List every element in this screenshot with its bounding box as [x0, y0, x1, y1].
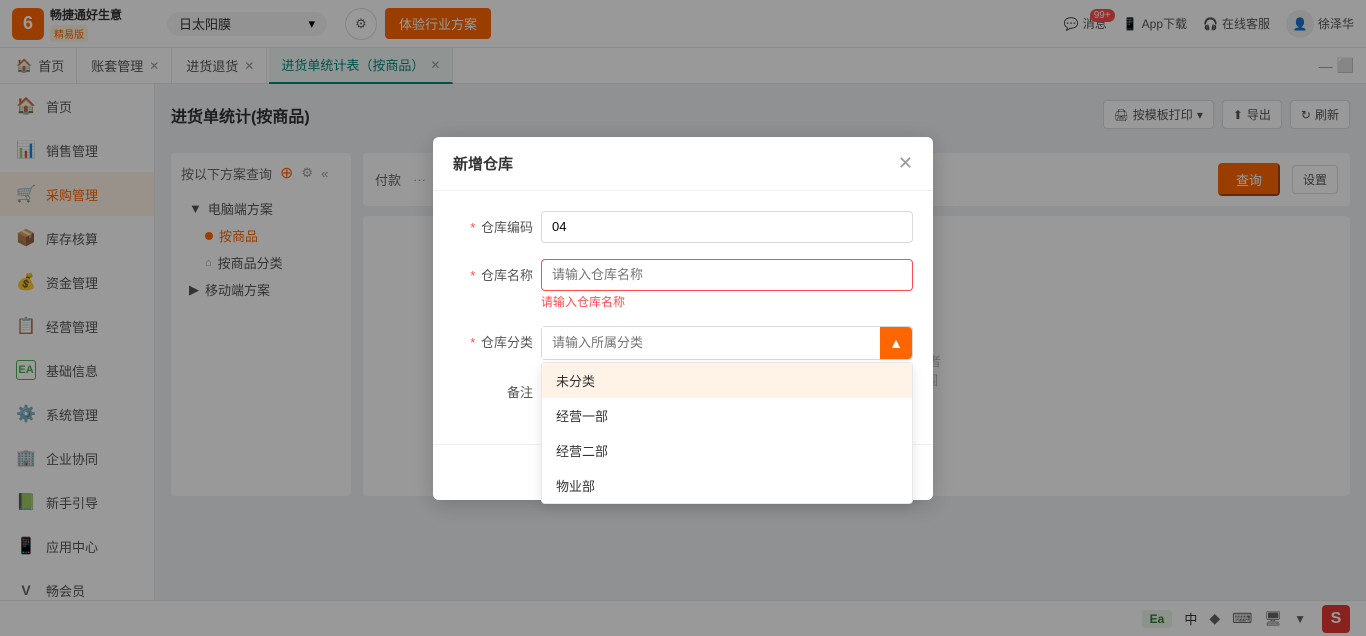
form-row-code: * 仓库编码	[453, 211, 913, 243]
dialog-overlay[interactable]: 新增仓库 ✕ * 仓库编码 * 仓库名称	[0, 0, 1366, 636]
form-code-wrap	[541, 211, 913, 243]
warehouse-name-input[interactable]	[541, 259, 913, 291]
warehouse-code-input[interactable]	[541, 211, 913, 243]
dropdown-item-dept2[interactable]: 经营二部	[542, 433, 912, 468]
form-category-wrap: ▲ 未分类 经营一部 经营二部 物业部	[541, 326, 913, 360]
form-code-label: * 仓库编码	[453, 211, 533, 236]
dropdown-item-unclassified[interactable]: 未分类	[542, 363, 912, 398]
add-warehouse-dialog: 新增仓库 ✕ * 仓库编码 * 仓库名称	[433, 137, 933, 500]
form-name-wrap: 请输入仓库名称	[541, 259, 913, 310]
dropdown-item-dept1[interactable]: 经营一部	[542, 398, 912, 433]
dialog-close-button[interactable]: ✕	[898, 153, 913, 174]
name-error-tip: 请输入仓库名称	[541, 293, 913, 310]
form-note-label: 备注	[453, 376, 533, 401]
category-dropdown-list: 未分类 经营一部 经营二部 物业部	[541, 362, 913, 504]
dropdown-item-dept3[interactable]: 物业部	[542, 468, 912, 503]
form-name-label: * 仓库名称	[453, 259, 533, 284]
form-row-category: * 仓库分类 ▲ 未分类 经营一部 经营二部 物业部	[453, 326, 913, 360]
form-category-label: * 仓库分类	[453, 326, 533, 351]
category-input-group: ▲	[541, 326, 913, 360]
form-row-name: * 仓库名称 请输入仓库名称	[453, 259, 913, 310]
dialog-header: 新增仓库 ✕	[433, 137, 933, 191]
category-dropdown-toggle[interactable]: ▲	[880, 327, 912, 359]
category-input[interactable]	[542, 327, 880, 359]
dialog-body: * 仓库编码 * 仓库名称 请输入仓库名称	[433, 191, 933, 444]
dialog-title: 新增仓库	[453, 153, 513, 174]
